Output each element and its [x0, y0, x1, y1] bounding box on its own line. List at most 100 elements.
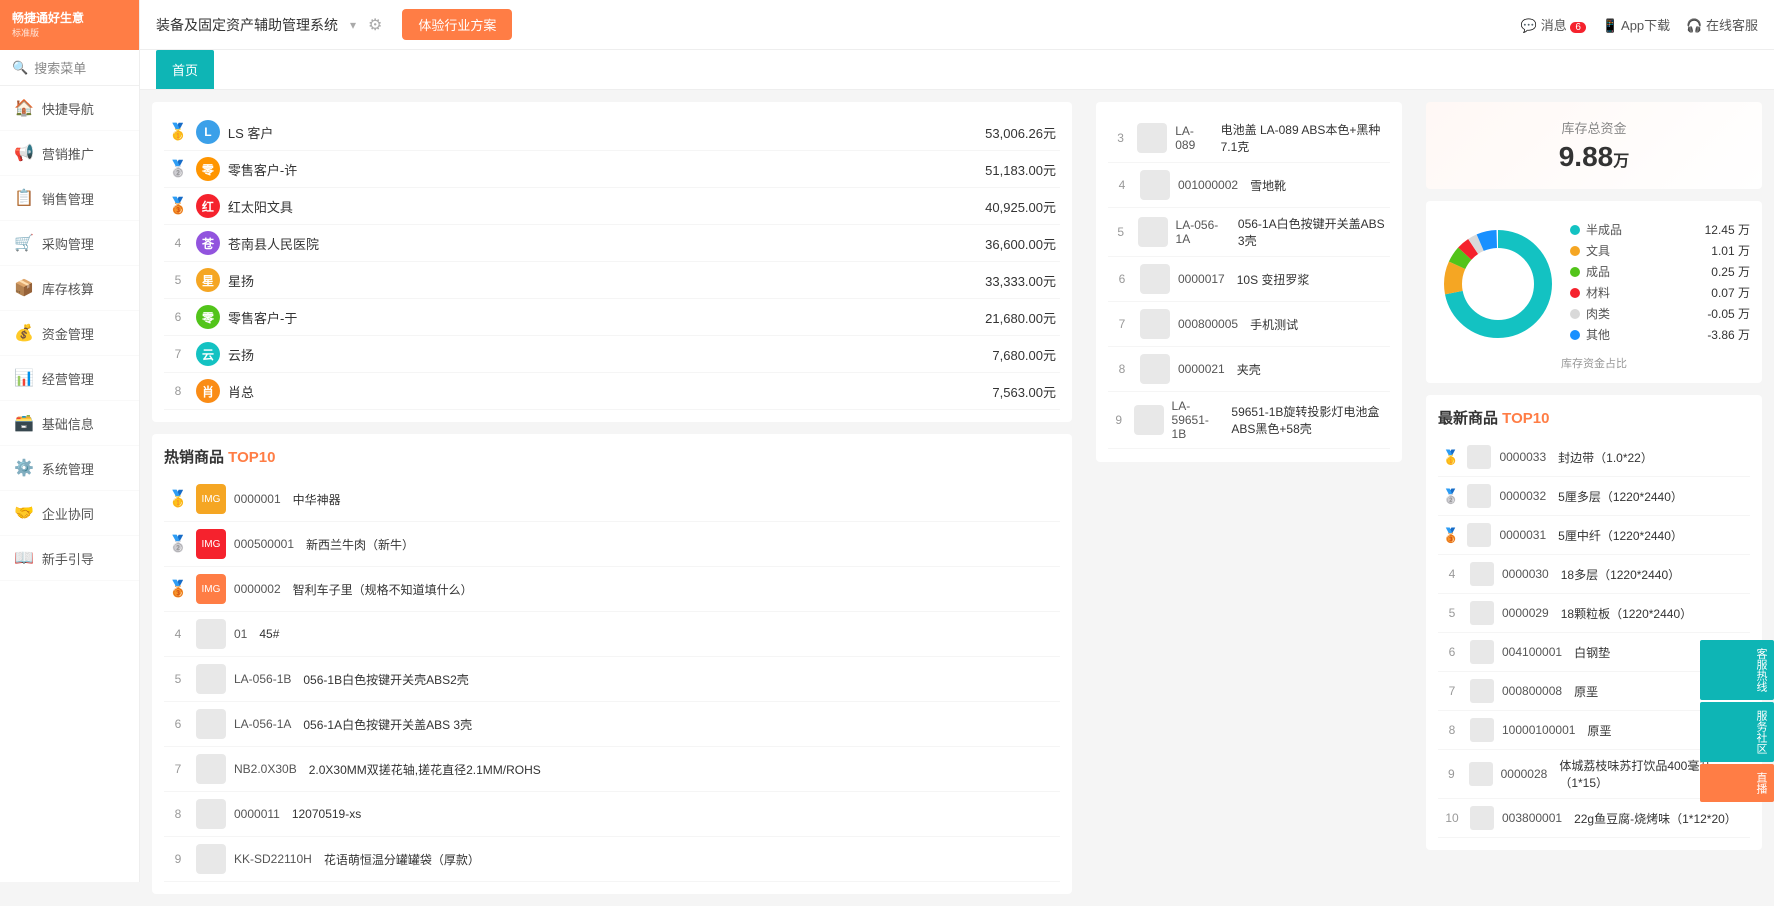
rank-num: 4	[168, 627, 188, 641]
topbar-msg[interactable]: 💬 消息 6	[1521, 15, 1586, 34]
msg-label: 消息	[1541, 18, 1567, 33]
product-name: 夹壳	[1237, 361, 1261, 378]
list-item: 🥉 IMG 0000002 智利车子里（规格不知道填什么）	[164, 567, 1060, 612]
stock-total-card: 库存总资金 9.88万	[1426, 102, 1762, 189]
product-code: LA-056-1B	[234, 672, 291, 686]
nav-label-0: 快捷导航	[42, 99, 94, 118]
sidebar-item-1[interactable]: 📢营销推广	[0, 131, 139, 176]
sidebar-logo: 畅捷通好生意 标准版	[0, 0, 139, 50]
rank-avatar: 零	[196, 157, 220, 181]
rank-num: 7	[168, 347, 188, 361]
rank-num: 9	[1442, 767, 1461, 781]
rank-num: 5	[168, 273, 188, 287]
product-name: 18颗粒板（1220*2440）	[1561, 605, 1692, 622]
rank-num: 4	[168, 236, 188, 250]
topbar-service[interactable]: 🎧 在线客服	[1686, 15, 1758, 34]
nav-icon-0: 🏠	[14, 98, 34, 118]
system-name: 装备及固定资产辅助管理系统	[156, 15, 338, 35]
sidebar-item-7[interactable]: 🗃️基础信息	[0, 401, 139, 446]
sidebar-search[interactable]: 🔍 搜索菜单	[0, 50, 139, 86]
stock-total-label: 库存总资金	[1442, 118, 1746, 137]
left-main-col: 🥇 L LS 客户 53,006.26元 🥈 零 零售客户-许 51,183.0…	[140, 90, 1084, 906]
product-name: 白钢垫	[1574, 644, 1610, 661]
nav-label-3: 采购管理	[42, 234, 94, 253]
donut-area: 半成品 12.45 万 文具 1.01 万 成品 0.25 万 材料 0.07 …	[1438, 213, 1750, 355]
rank-name: 零售客户-许	[228, 160, 977, 179]
product-code: 0000002	[234, 582, 281, 596]
cs-btn-live[interactable]: 直播	[1700, 764, 1774, 802]
middle-col: 3 LA-089 电池盖 LA-089 ABS本色+黑种 7.1克 4 0010…	[1084, 90, 1414, 906]
product-name: 18多层（1220*2440）	[1561, 566, 1680, 583]
product-code: 0000031	[1499, 528, 1546, 542]
list-item: 8 0000011 12070519-xs	[164, 792, 1060, 837]
legend-item: 文具 1.01 万	[1570, 242, 1750, 259]
legend-label: 文具	[1586, 242, 1705, 259]
rank-num: 6	[168, 310, 188, 324]
product-name: 封边带（1.0*22）	[1558, 449, 1653, 466]
nav-label-10: 新手引导	[42, 549, 94, 568]
search-icon: 🔍	[12, 60, 28, 76]
trial-button[interactable]: 体验行业方案	[402, 9, 512, 40]
product-code: 0000032	[1499, 489, 1546, 503]
sidebar-item-0[interactable]: 🏠 快捷导航	[0, 86, 139, 131]
medal-icon: 🥇	[168, 489, 188, 509]
sidebar-item-2[interactable]: 📋销售管理	[0, 176, 139, 221]
list-item: 8 0000021 夹壳	[1108, 347, 1390, 392]
gear-icon[interactable]: ⚙	[368, 15, 382, 35]
nav-label-7: 基础信息	[42, 414, 94, 433]
medal-icon: 🥉	[168, 579, 188, 599]
stock-legend: 半成品 12.45 万 文具 1.01 万 成品 0.25 万 材料 0.07 …	[1570, 221, 1750, 347]
sidebar-item-5[interactable]: 💰资金管理	[0, 311, 139, 356]
sidebar-item-4[interactable]: 📦库存核算	[0, 266, 139, 311]
product-code: 0000001	[234, 492, 281, 506]
rank-num: 8	[168, 384, 188, 398]
rank-num: 8	[168, 807, 188, 821]
rank-num: 3	[1112, 131, 1129, 145]
rank-num: 8	[1442, 723, 1462, 737]
product-sales-list: 3 LA-089 电池盖 LA-089 ABS本色+黑种 7.1克 4 0010…	[1108, 114, 1390, 449]
sidebar-item-9[interactable]: 🤝企业协同	[0, 491, 139, 536]
product-img	[1470, 601, 1494, 625]
sidebar-item-10[interactable]: 📖新手引导	[0, 536, 139, 581]
topbar: 装备及固定资产辅助管理系统 ▾ ⚙ 体验行业方案 💬 消息 6 📱 App下载 …	[140, 0, 1774, 50]
sidebar-item-6[interactable]: 📊经营管理	[0, 356, 139, 401]
product-thumbnail: IMG	[196, 484, 226, 514]
product-code: 10000100001	[1502, 723, 1575, 737]
product-img	[1470, 806, 1494, 830]
table-row: 🥉 红 红太阳文具 40,925.00元	[164, 188, 1060, 225]
product-code: LA-59651-1B	[1172, 399, 1220, 441]
topbar-app[interactable]: 📱 App下载	[1602, 15, 1670, 34]
list-item: 5 LA-056-1A 056-1A白色按键开关盖ABS 3壳	[1108, 208, 1390, 257]
product-code: LA-056-1A	[234, 717, 291, 731]
cs-btn-hotline[interactable]: 客服热线	[1700, 640, 1774, 700]
legend-value: 1.01 万	[1711, 242, 1750, 259]
product-placeholder	[196, 754, 226, 784]
product-name: 59651-1B旋转投影灯电池盒ABS黑色+58壳	[1231, 403, 1386, 437]
product-img	[1470, 562, 1494, 586]
product-placeholder	[1134, 405, 1164, 435]
product-name: 电池盖 LA-089 ABS本色+黑种 7.1克	[1221, 121, 1386, 155]
cs-btn-community[interactable]: 服务社区	[1700, 702, 1774, 762]
rank-num: 10	[1442, 811, 1462, 825]
legend-dot	[1570, 267, 1580, 277]
service-label: 在线客服	[1706, 18, 1758, 33]
medal-bronze-icon: 🥉	[168, 196, 188, 216]
legend-value: 0.07 万	[1711, 284, 1750, 301]
sidebar-item-8[interactable]: ⚙️系统管理	[0, 446, 139, 491]
legend-dot	[1570, 309, 1580, 319]
product-placeholder	[196, 709, 226, 739]
legend-value: 0.25 万	[1711, 263, 1750, 280]
product-code: 001000002	[1178, 178, 1238, 192]
tab-home[interactable]: 首页	[156, 50, 214, 89]
rank-name: 红太阳文具	[228, 197, 977, 216]
list-item: 9 LA-59651-1B 59651-1B旋转投影灯电池盒ABS黑色+58壳	[1108, 392, 1390, 449]
product-placeholder	[1137, 123, 1167, 153]
rank-avatar: 零	[196, 305, 220, 329]
rank-amount: 40,925.00元	[985, 197, 1056, 216]
rank-amount: 7,563.00元	[992, 382, 1056, 401]
sidebar-item-3[interactable]: 🛒采购管理	[0, 221, 139, 266]
product-name: 22g鱼豆腐-烧烤味（1*12*20）	[1574, 810, 1737, 827]
rank-amount: 7,680.00元	[992, 345, 1056, 364]
donut-chart	[1438, 224, 1558, 344]
product-code: 004100001	[1502, 645, 1562, 659]
